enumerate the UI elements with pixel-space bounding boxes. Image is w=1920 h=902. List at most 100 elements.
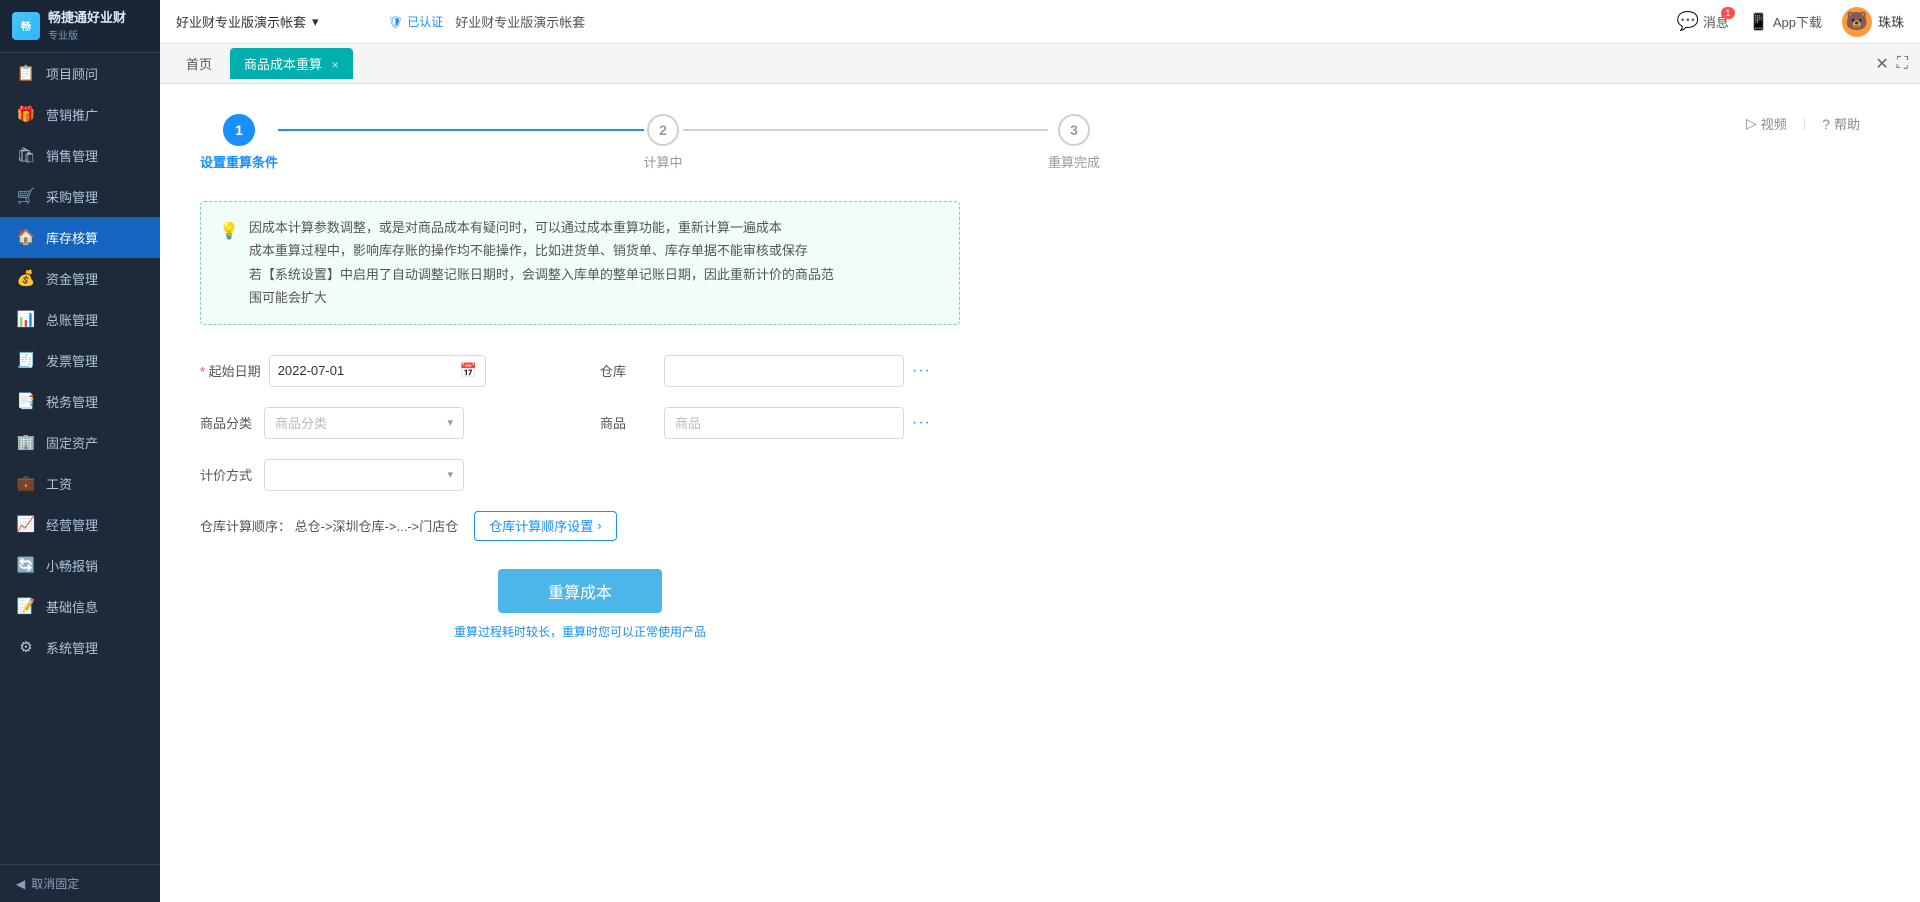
warehouse-input[interactable] (675, 363, 893, 378)
stepper-step1: 1 设置重算条件 (200, 114, 278, 171)
start-date-input-wrapper[interactable]: 📅 (269, 355, 486, 387)
sales-icon: 🛍 (16, 146, 36, 164)
topbar-right: 💬 消息 1 📱 App下载 🐻 珠珠 (1676, 7, 1904, 37)
step1-label: 设置重算条件 (200, 152, 278, 171)
pricing-chevron-icon: ▾ (447, 468, 453, 481)
video-help-area: ▷ 视频 | ? 帮助 (1746, 114, 1860, 133)
sidebar-edition: 专业版 (48, 27, 126, 42)
sidebar-item-invoice[interactable]: 🧾 发票管理 (0, 340, 160, 381)
notice-line4: 围可能会扩大 (249, 286, 834, 309)
sidebar-item-label: 基础信息 (46, 597, 98, 616)
sidebar-item-sales[interactable]: 🛍 销售管理 (0, 135, 160, 176)
sidebar-item-expense[interactable]: 🔄 小畅报销 (0, 545, 160, 586)
verified-shield-icon: 🛡 (388, 15, 403, 29)
finance-icon: 💰 (16, 269, 36, 287)
accounting-icon: 📊 (16, 310, 36, 328)
video-button[interactable]: ▷ 视频 (1746, 114, 1787, 133)
tab-bar: 首页 商品成本重算 × ✕ ⛶ (160, 44, 1920, 84)
tab-home[interactable]: 首页 (172, 48, 226, 79)
warehouse-input-wrapper[interactable] (664, 355, 904, 387)
recalc-button[interactable]: 重算成本 (498, 569, 662, 613)
tab-home-label: 首页 (186, 57, 212, 72)
notice-line2: 成本重算过程中，影响库存账的操作均不能操作，比如进货单、销货单、库存单据不能审核… (249, 239, 834, 262)
sidebar-item-label: 项目顾问 (46, 64, 98, 83)
goods-input-wrapper[interactable]: 商品 (664, 407, 904, 439)
goods-label: 商品 (600, 413, 656, 432)
sidebar-item-operations[interactable]: 📈 经营管理 (0, 504, 160, 545)
sidebar-item-label: 工资 (46, 474, 72, 493)
form-row-1: 起始日期 📅 仓库 ··· (200, 355, 960, 387)
purchase-icon: 🛒 (16, 187, 36, 205)
tab-window-actions: ✕ ⛶ (1875, 54, 1908, 74)
tab-cost-recalc[interactable]: 商品成本重算 × (230, 48, 353, 79)
category-label: 商品分类 (200, 413, 256, 432)
system-icon: ⚙ (16, 638, 36, 656)
step1-circle: 1 (223, 114, 255, 146)
sidebar-logo: 畅 (12, 12, 40, 40)
stepper-step3: 3 重算完成 (1048, 114, 1100, 171)
sidebar-item-inventory[interactable]: 🏠 库存核算 (0, 217, 160, 258)
help-button[interactable]: ? 帮助 (1822, 114, 1860, 133)
notice-line1: 因成本计算参数调整，或是对商品成本有疑问时，可以通过成本重算功能，重新计算一遍成… (249, 216, 834, 239)
warehouse-dots-button[interactable]: ··· (912, 362, 931, 380)
user-profile[interactable]: 🐻 珠珠 (1842, 7, 1904, 37)
category-field: 商品分类 商品分类 ▾ (200, 407, 560, 439)
category-placeholder: 商品分类 (275, 413, 441, 432)
tab-close-icon[interactable]: × (332, 58, 339, 72)
app-download-button[interactable]: 📱 App下载 (1749, 12, 1822, 32)
category-select[interactable]: 商品分类 ▾ (264, 407, 464, 439)
main-area: 好业财专业版演示帐套 ▾ 🛡 已认证 好业财专业版演示帐套 💬 消息 1 📱 A… (160, 0, 1920, 902)
sidebar-item-label: 总账管理 (46, 310, 98, 329)
stepper: 1 设置重算条件 2 计算中 3 重算 (200, 114, 1100, 171)
topbar-account[interactable]: 好业财专业版演示帐套 ▾ (176, 12, 376, 31)
stepper-line1 (278, 129, 643, 131)
inventory-icon: 🏠 (16, 228, 36, 246)
message-button[interactable]: 💬 消息 1 (1676, 11, 1728, 32)
sidebar-item-accounting[interactable]: 📊 总账管理 (0, 299, 160, 340)
window-expand-button[interactable]: ⛶ (1897, 55, 1908, 73)
notice-content: 因成本计算参数调整，或是对商品成本有疑问时，可以通过成本重算功能，重新计算一遍成… (249, 216, 834, 310)
sidebar-nav: 📋 项目顾问 🎁 营销推广 🛍 销售管理 🛒 采购管理 🏠 库存核算 💰 资金管… (0, 53, 160, 864)
sidebar: 畅 畅捷通好业财 专业版 📋 项目顾问 🎁 营销推广 🛍 销售管理 🛒 采购管理… (0, 0, 160, 902)
goods-field: 商品 商品 ··· (600, 407, 960, 439)
sidebar-item-system[interactable]: ⚙ 系统管理 (0, 627, 160, 668)
sidebar-item-tax[interactable]: 📑 税务管理 (0, 381, 160, 422)
sidebar-item-finance[interactable]: 💰 资金管理 (0, 258, 160, 299)
goods-dots-button[interactable]: ··· (912, 414, 931, 432)
recalc-hint: 重算过程耗时较长，重算时您可以正常使用产品 (454, 623, 706, 640)
notice-line3: 若【系统设置】中启用了自动调整记账日期时，会调整入库单的整单记账日期，因此重新计… (249, 263, 834, 286)
app-download-label: App下载 (1773, 12, 1822, 31)
sidebar-item-basic[interactable]: 📝 基础信息 (0, 586, 160, 627)
pricing-select[interactable]: ▾ (264, 459, 464, 491)
sidebar-item-marketing[interactable]: 🎁 营销推广 (0, 94, 160, 135)
sidebar-item-salary[interactable]: 💼 工资 (0, 463, 160, 504)
user-name: 珠珠 (1878, 12, 1904, 31)
calendar-icon[interactable]: 📅 (460, 362, 477, 379)
sidebar-unpin-button[interactable]: ◀ 取消固定 (0, 864, 160, 902)
window-close-button[interactable]: ✕ (1875, 54, 1888, 74)
start-date-label: 起始日期 (200, 361, 261, 380)
sidebar-item-label: 库存核算 (46, 228, 98, 247)
basic-icon: 📝 (16, 597, 36, 615)
sidebar-item-label: 发票管理 (46, 351, 98, 370)
sidebar-item-project[interactable]: 📋 项目顾问 (0, 53, 160, 94)
sidebar-item-purchase[interactable]: 🛒 采购管理 (0, 176, 160, 217)
operations-icon: 📈 (16, 515, 36, 533)
form-row-2: 商品分类 商品分类 ▾ 商品 商品 ··· (200, 407, 960, 439)
salary-icon: 💼 (16, 474, 36, 492)
help-circle-icon: ? (1822, 116, 1830, 132)
warehouse-order-row: 仓库计算顺序： 总仓->深圳仓库->...->门店仓 仓库计算顺序设置 › (200, 511, 960, 541)
warehouse-order-settings-button[interactable]: 仓库计算顺序设置 › (474, 511, 616, 541)
sidebar-item-label: 系统管理 (46, 638, 98, 657)
topbar-account-label: 好业财专业版演示帐套 (455, 12, 585, 31)
chevron-down-icon: ▾ (312, 14, 319, 30)
project-icon: 📋 (16, 64, 36, 82)
sidebar-item-label: 经营管理 (46, 515, 98, 534)
start-date-input[interactable] (278, 363, 454, 378)
step2-circle: 2 (647, 114, 679, 146)
tab-cost-recalc-label: 商品成本重算 (244, 57, 322, 72)
warehouse-field: 仓库 ··· (600, 355, 960, 387)
sidebar-item-assets[interactable]: 🏢 固定资产 (0, 422, 160, 463)
tax-icon: 📑 (16, 392, 36, 410)
play-circle-icon: ▷ (1746, 115, 1757, 132)
